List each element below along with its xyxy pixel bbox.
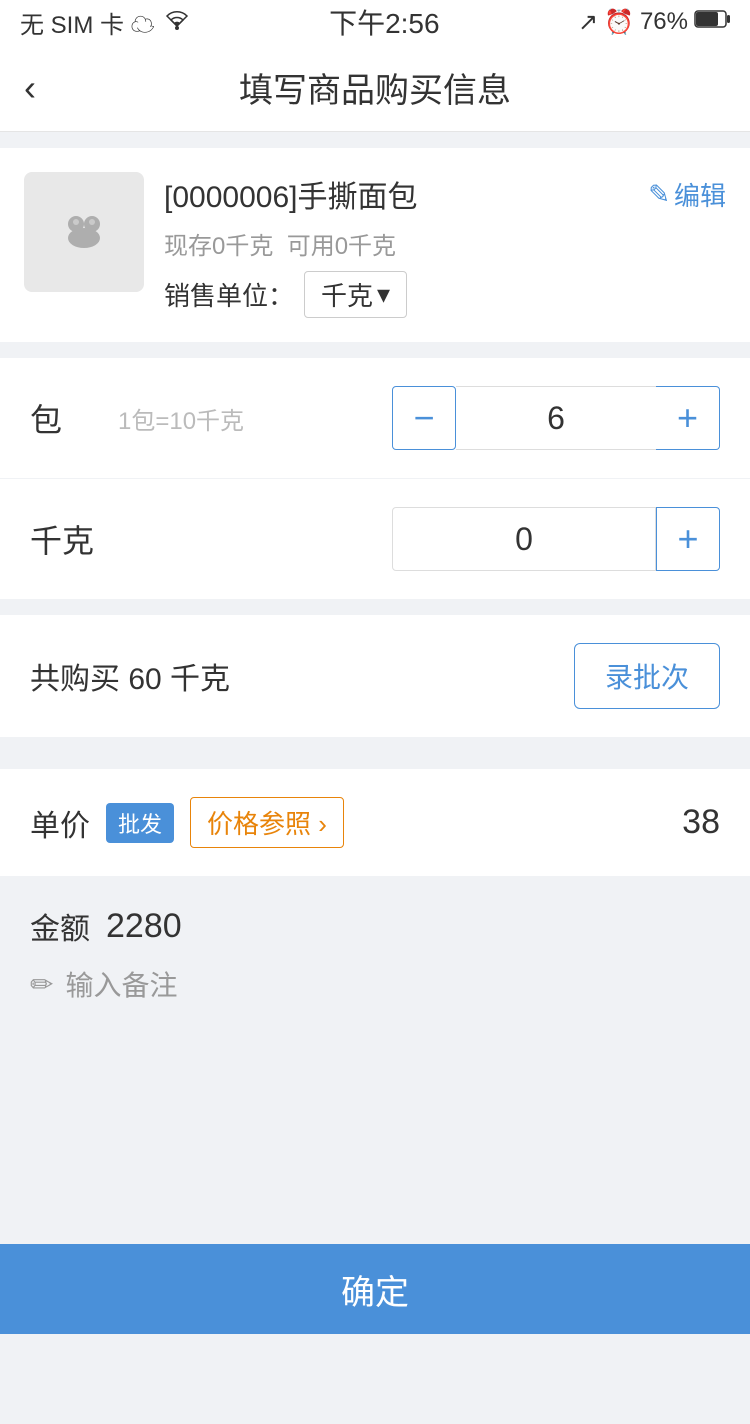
batch-button[interactable]: 录批次 bbox=[574, 643, 720, 709]
amount-row: 金额 2280 bbox=[30, 904, 720, 948]
status-time: 下午2:56 bbox=[329, 2, 440, 42]
unit-select[interactable]: 千克 ▾ bbox=[304, 271, 407, 318]
bao-plus-button[interactable]: + bbox=[656, 386, 720, 450]
battery-icon bbox=[694, 8, 730, 36]
confirm-label: 确定 bbox=[341, 1265, 409, 1314]
edit-icon: ✎ bbox=[648, 179, 670, 210]
price-label: 单价 bbox=[30, 801, 90, 845]
section-divider-3 bbox=[0, 737, 750, 753]
pencil-icon: ✏ bbox=[30, 968, 53, 1001]
bao-label: 包 bbox=[30, 395, 110, 441]
kg-controls: + bbox=[392, 507, 720, 571]
section-divider-1 bbox=[0, 342, 750, 358]
page-title: 填写商品购买信息 bbox=[239, 63, 511, 112]
confirm-button[interactable]: 确定 bbox=[0, 1244, 750, 1334]
bottom-spacer bbox=[0, 1024, 750, 1424]
bao-controls: − + bbox=[392, 386, 720, 450]
product-unit-row: 销售单位： 千克 ▾ bbox=[164, 271, 628, 318]
price-value: 38 bbox=[682, 803, 720, 842]
summary-row: 共购买 60 千克 录批次 bbox=[0, 615, 750, 737]
remark-label: 输入备注 bbox=[65, 964, 177, 1004]
edit-button[interactable]: ✎ 编辑 bbox=[648, 176, 726, 213]
product-card: [0000006]手撕面包 现存0千克 可用0千克 销售单位： 千克 ▾ ✎ 编… bbox=[0, 148, 750, 342]
price-ref-button[interactable]: 价格参照 › bbox=[190, 797, 344, 848]
back-button[interactable]: ‹ bbox=[24, 67, 36, 109]
alarm-icon: ⏰ bbox=[604, 8, 634, 37]
bao-hint: 1包=10千克 bbox=[118, 401, 392, 436]
product-name: [0000006]手撕面包 bbox=[164, 172, 628, 216]
kg-label: 千克 bbox=[30, 516, 110, 562]
wifi-icon bbox=[163, 8, 191, 37]
sim-label: 无 SIM 卡 ☁ bbox=[20, 5, 155, 40]
price-tag: 批发 bbox=[106, 803, 174, 843]
status-bar: 无 SIM 卡 ☁ 下午2:56 ↗ ⏰ 76% bbox=[0, 0, 750, 44]
amount-section: 金额 2280 ✏ 输入备注 bbox=[0, 876, 750, 1024]
status-right: ↗ ⏰ 76% bbox=[578, 8, 730, 37]
chevron-down-icon: ▾ bbox=[377, 279, 390, 310]
status-left: 无 SIM 卡 ☁ bbox=[20, 5, 191, 40]
remark-row[interactable]: ✏ 输入备注 bbox=[30, 964, 720, 1004]
amount-value: 2280 bbox=[106, 907, 182, 946]
unit-label: 销售单位： bbox=[164, 276, 294, 313]
kg-plus-button[interactable]: + bbox=[656, 507, 720, 571]
amount-label: 金额 bbox=[30, 904, 90, 948]
quantity-section: 包 1包=10千克 − + 千克 + bbox=[0, 358, 750, 599]
price-section: 单价 批发 价格参照 › 38 bbox=[0, 769, 750, 876]
product-card-right: ✎ 编辑 bbox=[648, 172, 726, 213]
location-icon: ↗ bbox=[578, 8, 598, 37]
kg-input[interactable] bbox=[392, 507, 656, 571]
product-image bbox=[24, 172, 144, 292]
bao-quantity-row: 包 1包=10千克 − + bbox=[0, 358, 750, 479]
battery-percent: 76% bbox=[640, 8, 688, 36]
product-stock: 现存0千克 可用0千克 bbox=[164, 226, 628, 261]
bao-input[interactable] bbox=[456, 386, 656, 450]
nav-bar: ‹ 填写商品购买信息 bbox=[0, 44, 750, 132]
bao-minus-button[interactable]: − bbox=[392, 386, 456, 450]
section-divider-2 bbox=[0, 599, 750, 615]
kg-quantity-row: 千克 + bbox=[0, 479, 750, 599]
summary-text: 共购买 60 千克 bbox=[30, 654, 230, 698]
product-info: [0000006]手撕面包 现存0千克 可用0千克 销售单位： 千克 ▾ bbox=[164, 172, 628, 318]
